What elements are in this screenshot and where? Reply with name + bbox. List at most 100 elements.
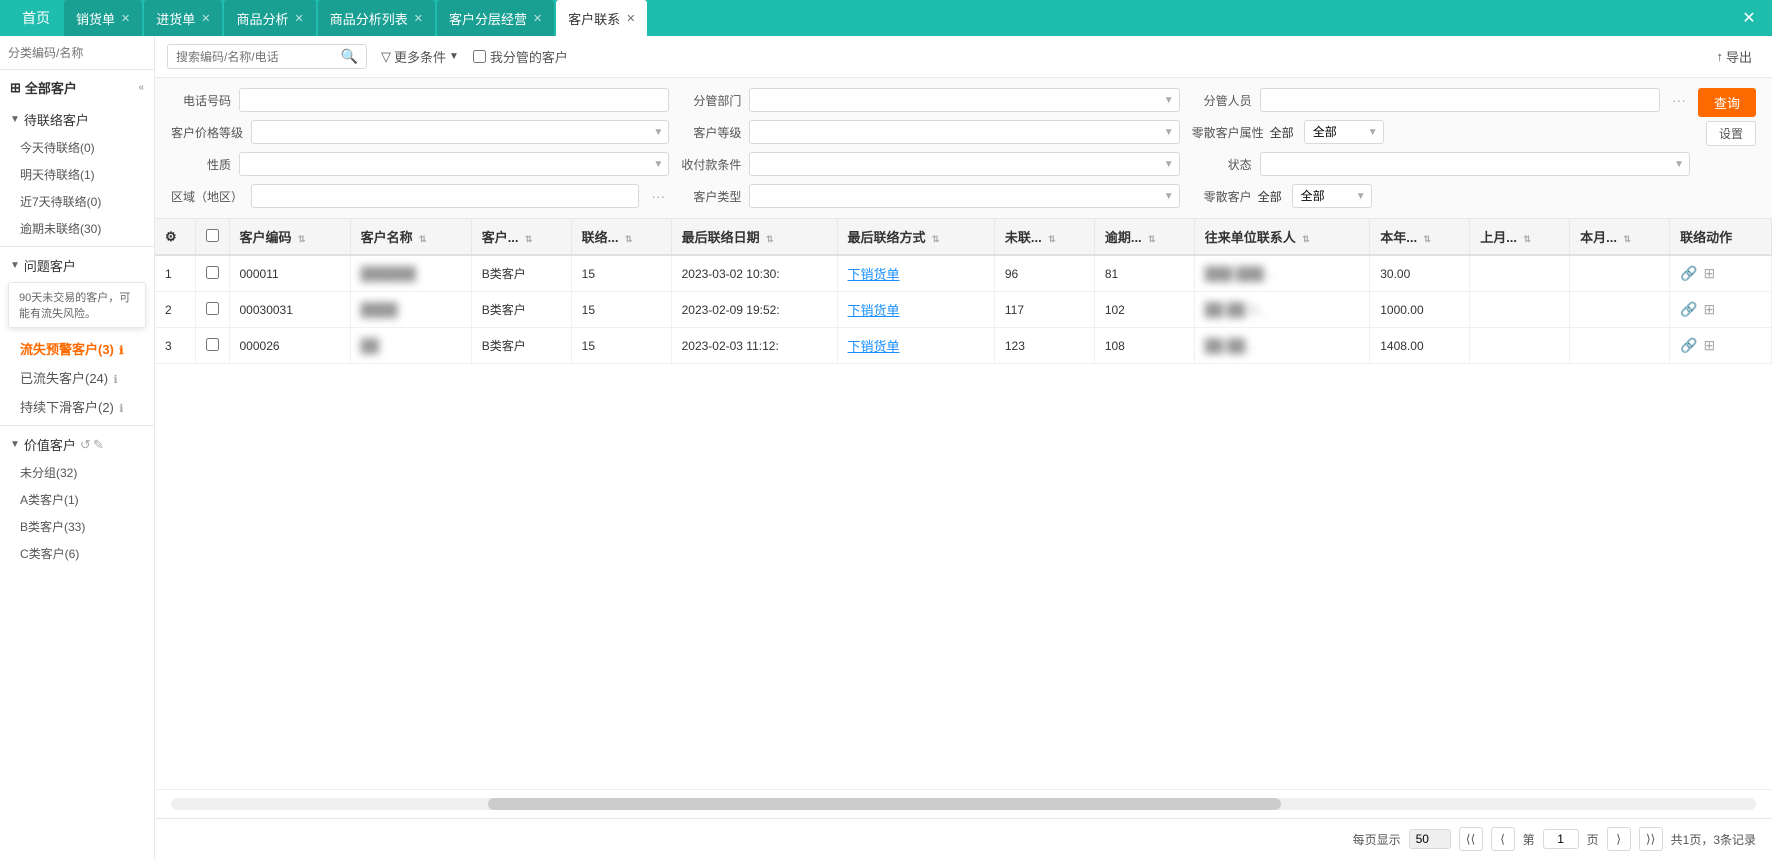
action-link-icon-3[interactable]: 🔗 [1680,337,1697,354]
filter-customer-type-select[interactable] [749,184,1179,208]
th-name[interactable]: 客户名称 ⇅ [350,219,471,255]
sidebar-item-class-a[interactable]: A类客户(1) [0,486,154,513]
filter-price-grade-select[interactable] [251,120,669,144]
query-button[interactable]: 查询 [1698,88,1756,117]
filter-status-select[interactable] [1260,152,1690,176]
tab-close-analysis-list[interactable]: ✕ [414,12,423,25]
settings-button[interactable]: 设置 [1706,121,1756,146]
more-conditions-btn[interactable]: ▽ 更多条件 ▼ [375,44,465,69]
sidebar-group-problem[interactable]: ▼ 问题客户 [0,251,154,280]
th-no-contact[interactable]: 未联... ⇅ [994,219,1094,255]
sidebar-search-input[interactable] [8,46,155,60]
td-this-month-1 [1570,255,1670,292]
th-last-method[interactable]: 最后联络方式 ⇅ [837,219,994,255]
sidebar-group-value[interactable]: ▼ 价值客户 ↺ ✎ [0,430,154,459]
tab-close-customer-tier[interactable]: ✕ [533,12,542,25]
row-checkbox-3[interactable] [206,338,219,351]
horizontal-scrollbar[interactable] [155,789,1772,818]
last-method-link-2[interactable]: 下销货单 [848,303,900,318]
total-pages-label: 页 [1587,831,1599,848]
page-first-btn[interactable]: ⟨⟨ [1459,827,1483,851]
filter-customer-grade-select[interactable] [749,120,1179,144]
row-checkbox-1[interactable] [206,266,219,279]
export-btn[interactable]: ↑ 导出 [1708,44,1760,69]
filter-phone-input[interactable] [239,88,669,112]
action-grid-icon-1[interactable]: ⊞ [1704,265,1716,282]
window-close-button[interactable]: ✕ [1734,3,1764,33]
filter-payment-select[interactable] [749,152,1179,176]
td-overdue-2: 102 [1094,292,1194,328]
tab-close-sales[interactable]: ✕ [121,12,130,25]
th-last-month[interactable]: 上月... ⇅ [1470,219,1570,255]
page-last-btn[interactable]: ⟩⟩ [1639,827,1663,851]
action-link-icon-2[interactable]: 🔗 [1680,301,1697,318]
nav-tab-customer-tier[interactable]: 客户分层经营 ✕ [437,0,554,36]
sidebar-item-ungrouped[interactable]: 未分组(32) [0,459,154,486]
th-code[interactable]: 客户编码 ⇅ [229,219,350,255]
page-prev-btn[interactable]: ⟨ [1491,827,1515,851]
td-type-2: B类客户 [471,292,571,328]
filter-retail-customer-select[interactable]: 全部 [1292,184,1372,208]
sidebar-item-class-b[interactable]: B类客户(33) [0,513,154,540]
th-unit-contact[interactable]: 往来单位联系人 ⇅ [1194,219,1369,255]
scroll-thumb[interactable] [488,798,1281,810]
sidebar-item-declining[interactable]: 持续下滑客户(2) ℹ [0,392,154,421]
nav-tab-purchase[interactable]: 进货单 ✕ [144,0,222,36]
td-last-method-2[interactable]: 下销货单 [837,292,994,328]
th-year[interactable]: 本年... ⇅ [1370,219,1470,255]
td-type-3: B类客户 [471,328,571,364]
nav-home[interactable]: 首页 [8,0,64,36]
page-input[interactable] [1543,829,1579,849]
td-last-month-2 [1470,292,1570,328]
last-method-link-3[interactable]: 下销货单 [848,339,900,354]
nav-tab-analysis[interactable]: 商品分析 ✕ [224,0,315,36]
per-page-select[interactable]: 50 [1409,829,1451,849]
th-overdue[interactable]: 逾期... ⇅ [1094,219,1194,255]
tab-close-purchase[interactable]: ✕ [201,12,210,25]
td-last-method-1[interactable]: 下销货单 [837,255,994,292]
th-settings[interactable]: ⚙ [155,219,195,255]
filter-nature-select[interactable] [239,152,669,176]
nav-tab-sales[interactable]: 销货单 ✕ [64,0,142,36]
filter-dept-select[interactable] [749,88,1179,112]
th-contact[interactable]: 联络... ⇅ [571,219,671,255]
my-customers-checkbox-label[interactable]: 我分管的客户 [473,47,568,66]
sidebar-item-today[interactable]: 今天待联络(0) [0,134,154,161]
filter-region-dots[interactable]: ··· [647,188,669,204]
my-customers-checkbox[interactable] [473,50,486,63]
filter-region-input[interactable] [251,184,639,208]
th-type[interactable]: 客户... ⇅ [471,219,571,255]
filter-price-grade: 客户价格等级 ▼ [171,120,669,144]
search-input[interactable] [176,50,341,64]
last-method-link-1[interactable]: 下销货单 [848,267,900,282]
sidebar-item-churned[interactable]: 已流失客户(24) ℹ [0,363,154,392]
edit-icon-value[interactable]: ✎ [93,437,104,453]
action-grid-icon-3[interactable]: ⊞ [1704,337,1716,354]
tab-close-analysis[interactable]: ✕ [294,12,303,25]
filter-actions: 查询 设置 [1698,88,1756,146]
sidebar-item-class-c[interactable]: C类客户(6) [0,540,154,567]
row-checkbox-2[interactable] [206,302,219,315]
nav-tab-analysis-list[interactable]: 商品分析列表 ✕ [318,0,435,36]
sidebar-item-overdue[interactable]: 逾期未联络(30) [0,215,154,242]
action-link-icon-1[interactable]: 🔗 [1680,265,1697,282]
nav-tab-customer-contact[interactable]: 客户联系 ✕ [556,0,647,36]
scroll-track[interactable] [171,798,1756,810]
sidebar-item-churn-warning[interactable]: 流失预警客户(3) ℹ [0,334,154,363]
td-last-method-3[interactable]: 下销货单 [837,328,994,364]
filter-person-dots[interactable]: ··· [1668,92,1690,108]
select-all-checkbox[interactable] [206,229,219,242]
th-last-date[interactable]: 最后联络日期 ⇅ [671,219,837,255]
search-submit-icon[interactable]: 🔍 [341,48,358,65]
filter-person-input[interactable] [1260,88,1660,112]
sidebar-all-customers[interactable]: ⊞ 全部客户 « [0,70,154,105]
sidebar-item-tomorrow[interactable]: 明天待联络(1) [0,161,154,188]
refresh-icon-value[interactable]: ↺ [80,437,91,453]
tab-close-customer-contact[interactable]: ✕ [626,12,635,25]
action-grid-icon-2[interactable]: ⊞ [1704,301,1716,318]
page-next-btn[interactable]: ⟩ [1607,827,1631,851]
sidebar-item-7days[interactable]: 近7天待联络(0) [0,188,154,215]
th-this-month[interactable]: 本月... ⇅ [1570,219,1670,255]
sidebar-group-pending[interactable]: ▼ 待联络客户 [0,105,154,134]
filter-retail-attr-select[interactable]: 全部 [1304,120,1384,144]
